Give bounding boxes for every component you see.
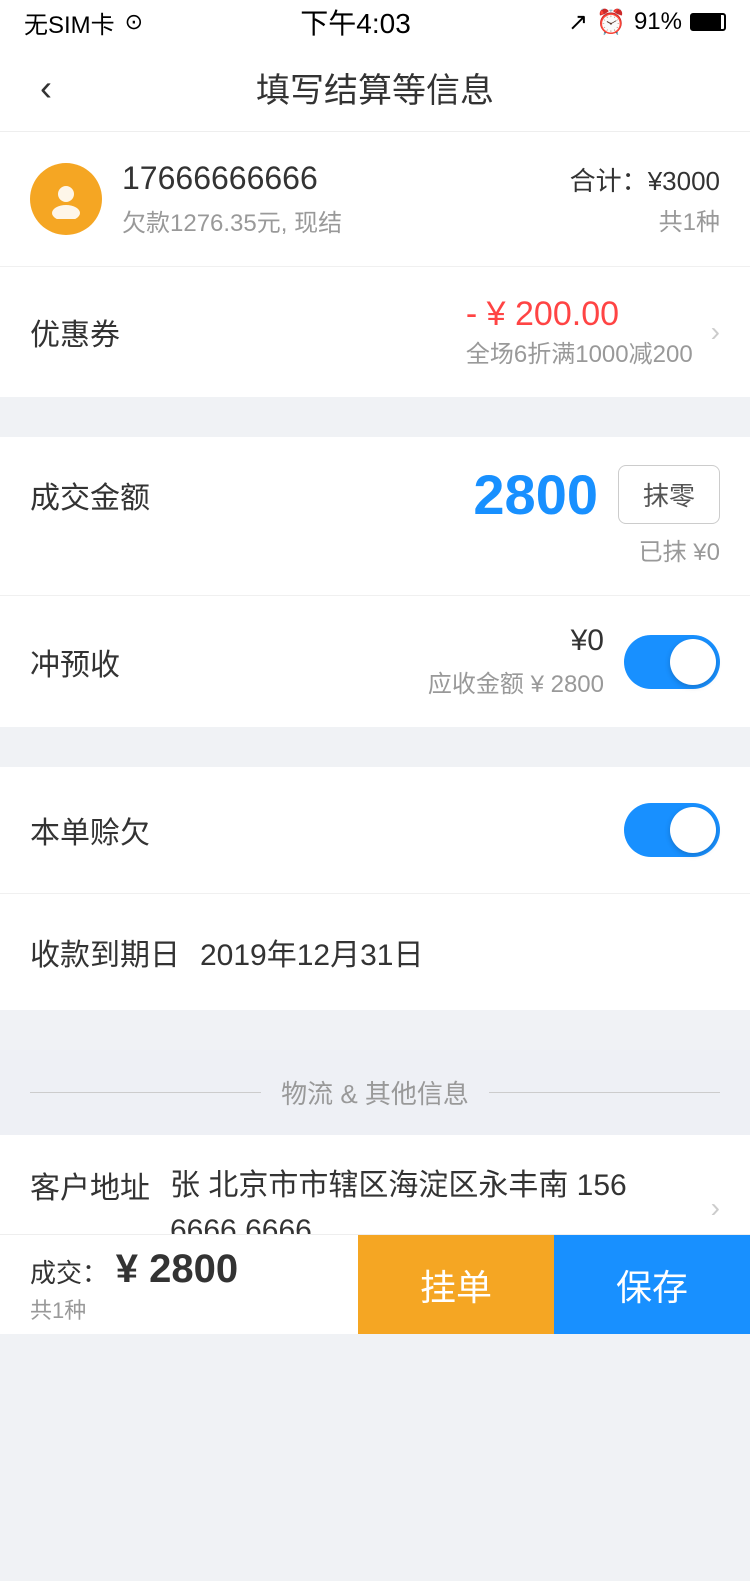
time-display: 下午4:03 [300,2,411,42]
alarm-icon: ⏰ [596,8,626,37]
wifi-icon: ⊙ [125,9,143,35]
pending-button[interactable]: 挂单 [358,1235,554,1334]
address-chevron-icon: › [711,1192,720,1224]
page-title: 填写结算等信息 [256,63,494,112]
address-label: 客户地址 [30,1163,150,1207]
separator-3 [0,1030,750,1050]
carrier-text: 无SIM卡 [24,5,115,40]
prepay-amount: ¥0 应收金额 ¥ 2800 [428,624,604,699]
debt-label: 本单赊欠 [30,808,150,852]
separator-2 [0,747,750,767]
round-button[interactable]: 抹零 [618,465,720,524]
due-date-value: 2019年12月31日 [200,930,423,974]
prepay-value: ¥0 [428,624,604,658]
due-date-label: 收款到期日 [30,930,180,974]
logistics-line-left [30,1092,261,1093]
amount-row: 成交金额 2800 抹零 [30,465,720,524]
bottom-bar: 成交： ¥ 2800 共1种 挂单 保存 [0,1234,750,1334]
bottom-count: 共1种 [30,1293,328,1325]
amount-card: 成交金额 2800 抹零 已抹 ¥0 冲预收 ¥0 应收金额 ¥ 2800 [0,437,750,727]
bottom-label: 成交： [30,1258,108,1288]
due-row: 收款到期日 2019年12月31日 [0,893,750,1010]
logistics-text: 物流 & 其他信息 [281,1074,469,1111]
amount-section: 成交金额 2800 抹零 已抹 ¥0 [0,437,750,595]
customer-info: 17666666666 欠款1276.35元, 现结 [122,160,342,238]
total-value-inline: ¥3000 [648,166,720,196]
bottom-label-row: 成交： ¥ 2800 [30,1245,328,1293]
location-icon: ↗ [568,8,588,37]
coupon-row[interactable]: 优惠券 - ¥ 200.00 全场6折满1000减200 › [0,266,750,397]
chevron-right-icon: › [711,316,720,348]
bottom-spacer [0,1481,750,1581]
avatar [30,163,102,235]
debt-toggle[interactable] [624,803,720,857]
prepay-right: ¥0 应收金额 ¥ 2800 [428,624,720,699]
battery-icon [690,13,726,31]
back-button[interactable]: ‹ [30,57,62,119]
total-label: 合计：¥3000 [570,161,720,198]
coupon-right: - ¥ 200.00 全场6折满1000减200 › [466,295,720,369]
total-count: 共1种 [570,202,720,237]
separator-1 [0,417,750,437]
battery-text: 91% [634,8,682,36]
prepay-toggle[interactable] [624,635,720,689]
coupon-discount: - ¥ 200.00 [466,295,693,334]
coupon-label: 优惠券 [30,310,120,354]
customer-card: 17666666666 欠款1276.35元, 现结 合计：¥3000 共1种 … [0,132,750,397]
amount-sub: 已抹 ¥0 [30,532,720,567]
customer-sub: 欠款1276.35元, 现结 [122,203,342,238]
save-button[interactable]: 保存 [554,1235,750,1334]
prepay-row: 冲预收 ¥0 应收金额 ¥ 2800 [0,595,750,727]
status-bar: 无SIM卡 ⊙ 下午4:03 ↗ ⏰ 91% [0,0,750,44]
amount-value: 2800 [473,467,598,523]
coupon-desc: 全场6折满1000减200 [466,334,693,369]
prepay-sub: 应收金额 ¥ 2800 [428,664,604,699]
prepay-label: 冲预收 [30,640,120,684]
bottom-value: ¥ 2800 [116,1247,238,1291]
debt-card: 本单赊欠 收款到期日 2019年12月31日 [0,767,750,1010]
bottom-info: 成交： ¥ 2800 共1种 [0,1235,358,1334]
nav-bar: ‹ 填写结算等信息 [0,44,750,132]
content-area: 17666666666 欠款1276.35元, 现结 合计：¥3000 共1种 … [0,132,750,1581]
amount-right: 2800 抹零 [473,465,720,524]
logistics-separator: 物流 & 其他信息 [0,1050,750,1135]
customer-row: 17666666666 欠款1276.35元, 现结 合计：¥3000 共1种 [0,132,750,266]
customer-phone: 17666666666 [122,160,342,197]
amount-label: 成交金额 [30,473,150,517]
customer-total: 合计：¥3000 共1种 [570,161,720,237]
customer-left: 17666666666 欠款1276.35元, 现结 [30,160,342,238]
logistics-line-right [489,1092,720,1093]
debt-row: 本单赊欠 [0,767,750,893]
